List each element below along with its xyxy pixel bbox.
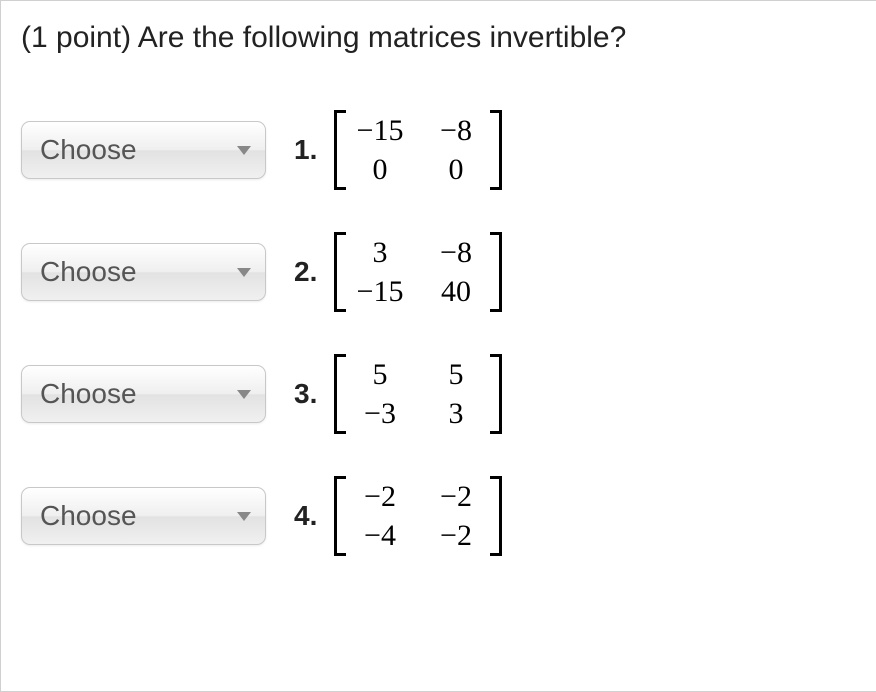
matrix-cell: 40: [432, 275, 480, 308]
item-number-4: 4.: [294, 500, 324, 532]
answer-dropdown-1[interactable]: Choose: [21, 121, 266, 179]
bracket-right-icon: [490, 110, 502, 190]
chevron-down-icon: [237, 146, 251, 155]
matrix-1: −15 −8 0 0: [334, 110, 502, 190]
question-text: (1 point) Are the following matrices inv…: [21, 21, 857, 55]
matrix-cell: −15: [356, 114, 404, 147]
answer-dropdown-3[interactable]: Choose: [21, 365, 266, 423]
chevron-down-icon: [237, 268, 251, 277]
question-row-2: Choose 2. 3 −8 −15 40: [21, 232, 857, 312]
item-number-3: 3.: [294, 378, 324, 410]
matrix-cell: −15: [356, 275, 404, 308]
answer-dropdown-4[interactable]: Choose: [21, 487, 266, 545]
matrix-cell: 3: [432, 397, 480, 430]
matrix-cell: −3: [356, 397, 404, 430]
item-number-2: 2.: [294, 256, 324, 288]
bracket-right-icon: [490, 354, 502, 434]
matrix-cell: 0: [432, 153, 480, 186]
bracket-right-icon: [490, 232, 502, 312]
matrix-cell: −8: [432, 114, 480, 147]
matrix-cell: −2: [432, 519, 480, 552]
question-row-1: Choose 1. −15 −8 0 0: [21, 110, 857, 190]
dropdown-label: Choose: [40, 256, 137, 288]
matrix-cell: 3: [356, 236, 404, 269]
item-number-1: 1.: [294, 134, 324, 166]
matrix-cell: −8: [432, 236, 480, 269]
chevron-down-icon: [237, 390, 251, 399]
dropdown-label: Choose: [40, 378, 137, 410]
chevron-down-icon: [237, 512, 251, 521]
matrix-cell: 5: [432, 358, 480, 391]
bracket-left-icon: [334, 476, 346, 556]
matrix-cell: 5: [356, 358, 404, 391]
question-panel: (1 point) Are the following matrices inv…: [0, 0, 876, 692]
question-row-4: Choose 4. −2 −2 −4 −2: [21, 476, 857, 556]
matrix-cell: −4: [356, 519, 404, 552]
answer-dropdown-2[interactable]: Choose: [21, 243, 266, 301]
matrix-2: 3 −8 −15 40: [334, 232, 502, 312]
matrix-cell: 0: [356, 153, 404, 186]
bracket-left-icon: [334, 354, 346, 434]
dropdown-label: Choose: [40, 134, 137, 166]
matrix-cell: −2: [432, 480, 480, 513]
matrix-body: 3 −8 −15 40: [346, 232, 490, 312]
matrix-3: 5 5 −3 3: [334, 354, 502, 434]
question-row-3: Choose 3. 5 5 −3 3: [21, 354, 857, 434]
matrix-body: −15 −8 0 0: [346, 110, 490, 190]
bracket-left-icon: [334, 232, 346, 312]
matrix-cell: −2: [356, 480, 404, 513]
matrix-body: 5 5 −3 3: [346, 354, 490, 434]
bracket-left-icon: [334, 110, 346, 190]
matrix-body: −2 −2 −4 −2: [346, 476, 490, 556]
matrix-4: −2 −2 −4 −2: [334, 476, 502, 556]
question-rows: Choose 1. −15 −8 0 0 Choose 2.: [21, 110, 857, 556]
bracket-right-icon: [490, 476, 502, 556]
dropdown-label: Choose: [40, 500, 137, 532]
